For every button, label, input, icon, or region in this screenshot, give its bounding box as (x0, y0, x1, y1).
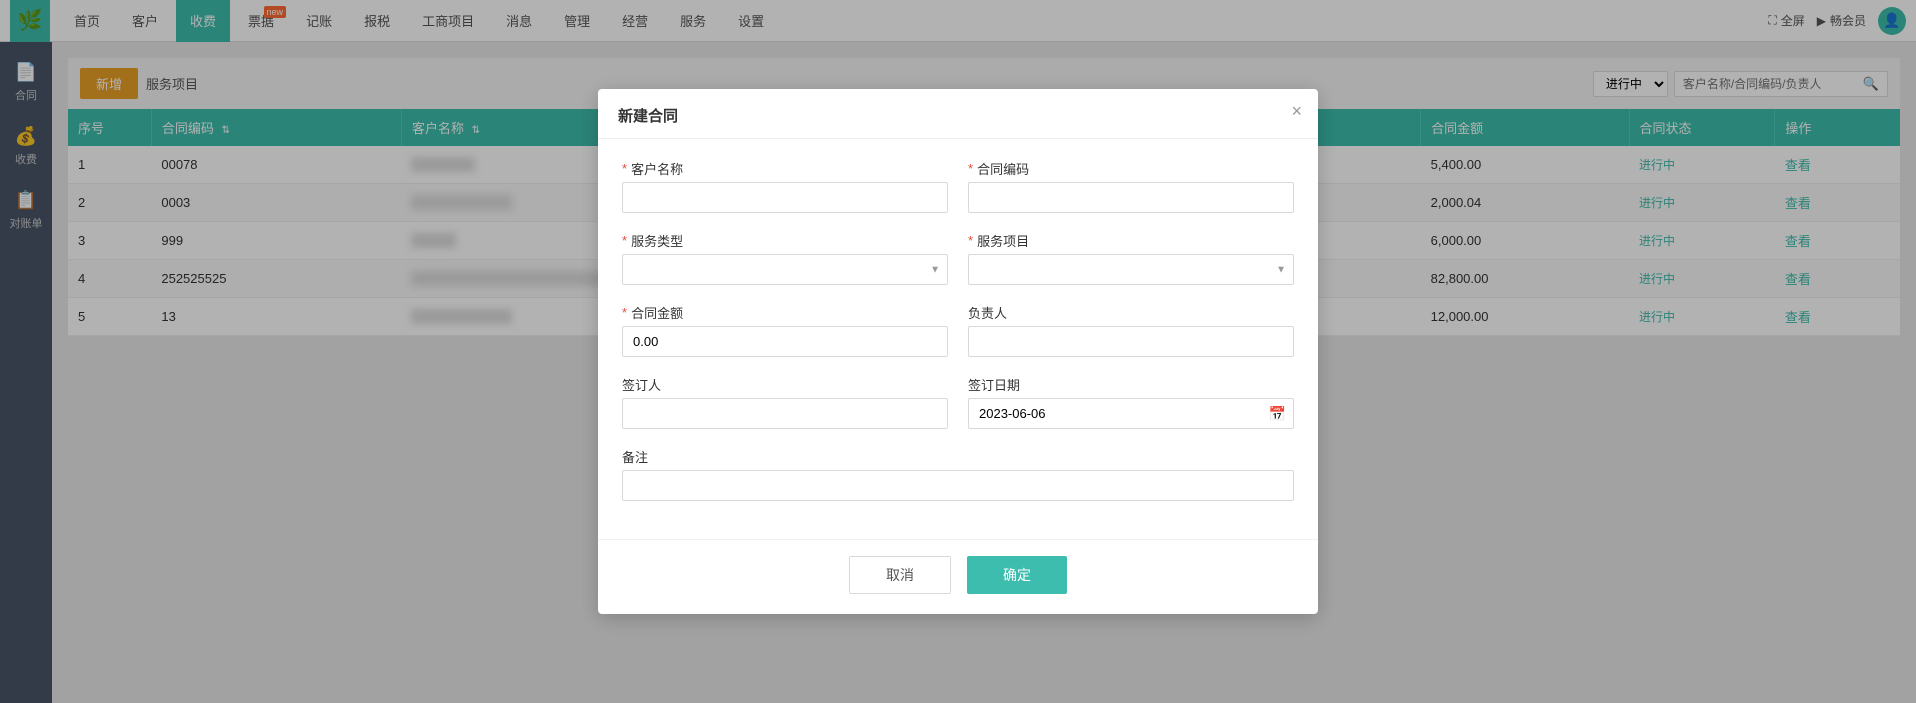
form-field-contract-amount: * 合同金额 0.00 (622, 303, 948, 357)
modal-overlay: 新建合同 × * 客户名称 * 合同编码 (0, 0, 1916, 703)
service-type-label: * 服务类型 (622, 231, 948, 250)
form-field-remark: 备注 (622, 447, 1294, 501)
customer-name-input[interactable] (622, 182, 948, 213)
form-field-customer-name: * 客户名称 (622, 159, 948, 213)
responsible-input[interactable] (968, 326, 1294, 357)
customer-name-label: * 客户名称 (622, 159, 948, 178)
sign-date-input[interactable]: 2023-06-06 (968, 398, 1294, 429)
service-item-label: * 服务项目 (968, 231, 1294, 250)
required-mark-3: * (622, 233, 627, 248)
service-item-select-wrap: ▼ (968, 254, 1294, 285)
signer-input[interactable] (622, 398, 948, 429)
required-mark-2: * (968, 161, 973, 176)
modal-header: 新建合同 (598, 89, 1318, 139)
new-contract-modal: 新建合同 × * 客户名称 * 合同编码 (598, 89, 1318, 614)
modal-close-button[interactable]: × (1291, 101, 1302, 122)
signer-label: 签订人 (622, 375, 948, 394)
form-field-service-item: * 服务项目 ▼ (968, 231, 1294, 285)
sign-date-label: 签订日期 (968, 375, 1294, 394)
modal-title: 新建合同 (618, 108, 678, 125)
service-type-select[interactable] (622, 254, 948, 285)
form-field-contract-code: * 合同编码 (968, 159, 1294, 213)
contract-code-label: * 合同编码 (968, 159, 1294, 178)
form-row-3: * 合同金额 0.00 负责人 (622, 303, 1294, 357)
form-row-4: 签订人 签订日期 2023-06-06 📅 (622, 375, 1294, 429)
remark-label: 备注 (622, 447, 1294, 466)
form-row-1: * 客户名称 * 合同编码 (622, 159, 1294, 213)
confirm-button[interactable]: 确定 (967, 556, 1067, 594)
form-field-sign-date: 签订日期 2023-06-06 📅 (968, 375, 1294, 429)
service-item-select[interactable] (968, 254, 1294, 285)
modal-body: * 客户名称 * 合同编码 * (598, 139, 1318, 539)
responsible-label: 负责人 (968, 303, 1294, 322)
remark-input[interactable] (622, 470, 1294, 501)
required-mark-4: * (968, 233, 973, 248)
cancel-button[interactable]: 取消 (849, 556, 951, 594)
form-field-signer: 签订人 (622, 375, 948, 429)
required-mark-5: * (622, 305, 627, 320)
contract-amount-input[interactable]: 0.00 (622, 326, 948, 357)
form-field-service-type: * 服务类型 ▼ (622, 231, 948, 285)
form-row-2: * 服务类型 ▼ * 服务项目 (622, 231, 1294, 285)
service-type-select-wrap: ▼ (622, 254, 948, 285)
form-row-5: 备注 (622, 447, 1294, 501)
modal-footer: 取消 确定 (598, 539, 1318, 614)
contract-code-input[interactable] (968, 182, 1294, 213)
contract-amount-label: * 合同金额 (622, 303, 948, 322)
form-field-responsible: 负责人 (968, 303, 1294, 357)
sign-date-wrap: 2023-06-06 📅 (968, 398, 1294, 429)
required-mark: * (622, 161, 627, 176)
